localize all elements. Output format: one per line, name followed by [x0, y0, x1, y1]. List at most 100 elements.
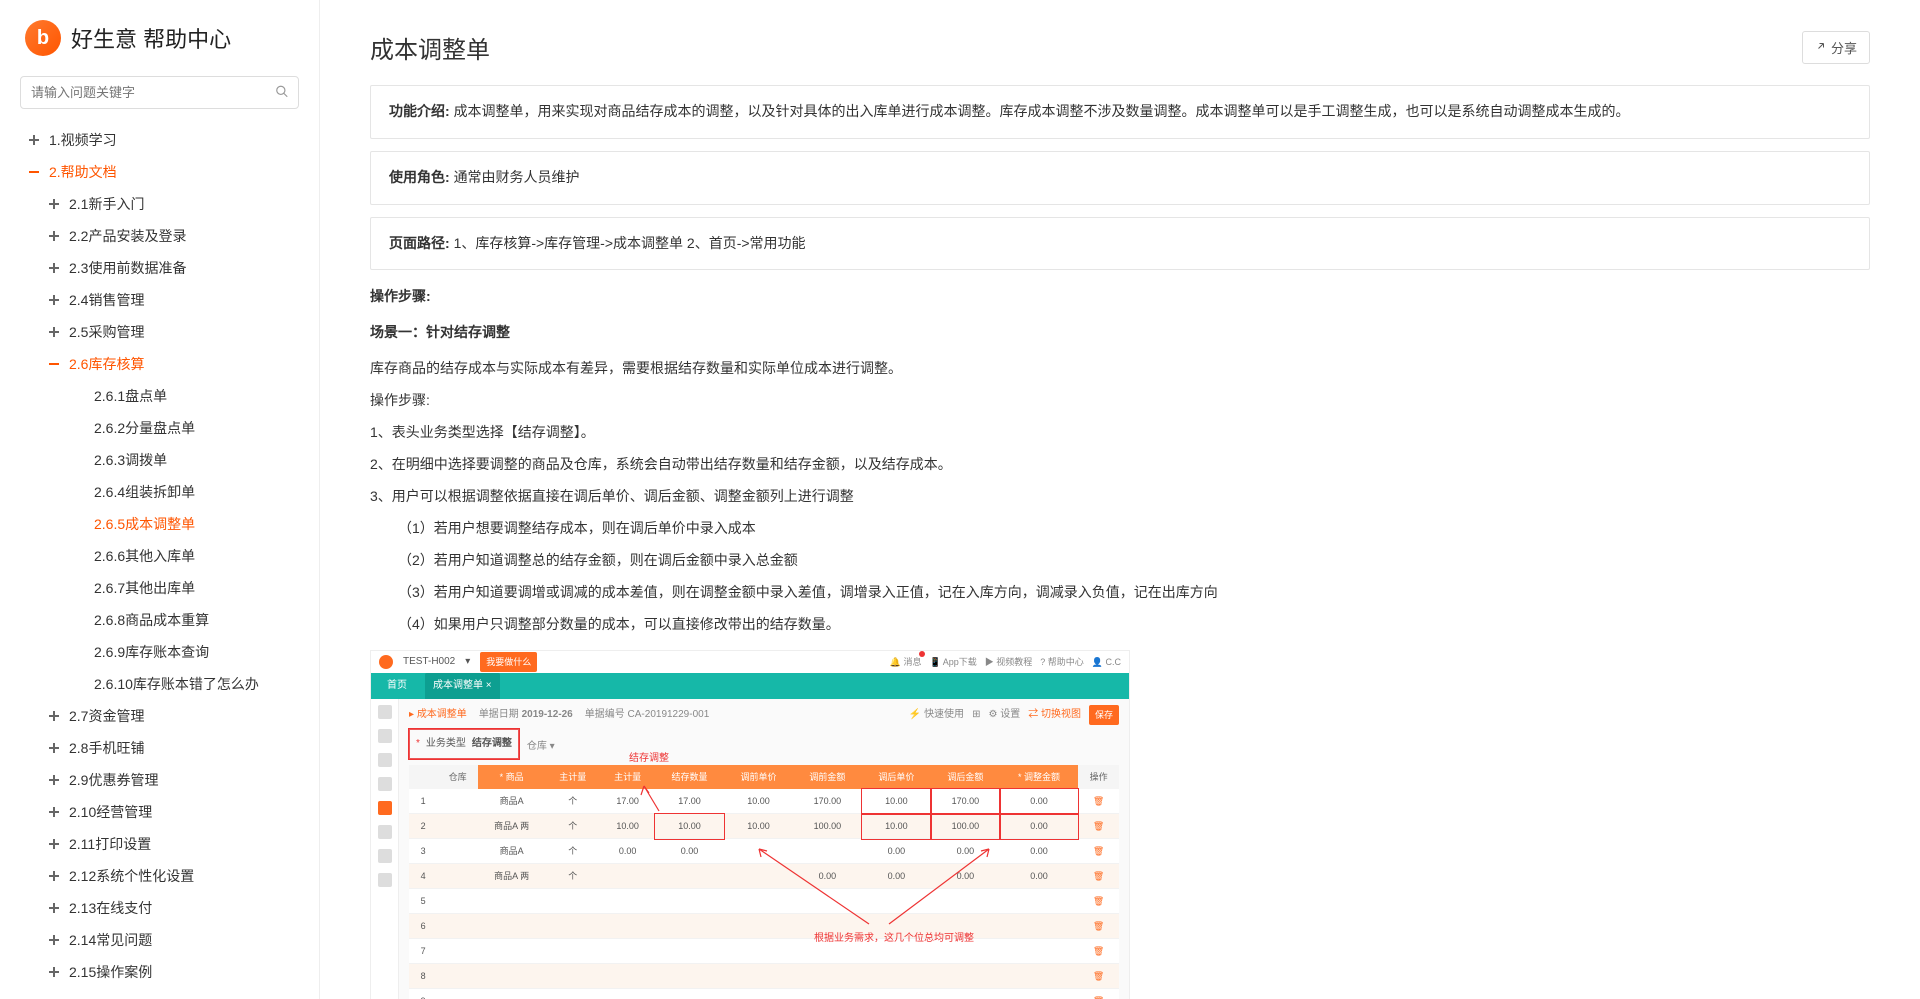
nav-label: 2.2产品安装及登录	[69, 220, 186, 252]
ss-tabs: 首页 成本调整单 ×	[371, 673, 1129, 699]
search-input[interactable]	[20, 76, 299, 109]
nav-label: 2.6.10库存账本错了怎么办	[94, 668, 259, 700]
path-box: 页面路径: 1、库存核算->库存管理->成本调整单 2、首页->常用功能	[370, 217, 1870, 271]
nav-item[interactable]: 1.视频学习	[0, 124, 319, 156]
nav-label: 2.13在线支付	[69, 892, 152, 924]
nav-item[interactable]: 2.6.2分量盘点单	[0, 412, 319, 444]
nav-item[interactable]: 2.12系统个性化设置	[0, 860, 319, 892]
nav-label: 2.帮助文档	[49, 156, 117, 188]
minus-icon	[45, 358, 63, 370]
plus-icon	[45, 294, 63, 306]
nav-label: 2.6库存核算	[69, 348, 144, 380]
nav-item[interactable]: 2.5采购管理	[0, 316, 319, 348]
step-3d: （4）如果用户只调整部分数量的成本，可以直接修改带出的结存数量。	[370, 610, 1870, 638]
plus-icon	[45, 198, 63, 210]
nav-label: 2.6.1盘点单	[94, 380, 167, 412]
ss-filter-type: * 业务类型 结存调整	[409, 729, 519, 759]
scene-heading: 场景一：针对结存调整	[370, 318, 1870, 346]
ops-heading-2: 操作步骤:	[370, 386, 1870, 414]
search-box	[20, 76, 299, 109]
nav-label: 2.6.7其他出库单	[94, 572, 195, 604]
ss-video: ▶ 视频教程	[985, 653, 1033, 671]
nav-label: 2.7资金管理	[69, 700, 144, 732]
ss-annotation-1: 结存调整	[629, 749, 669, 769]
embedded-screenshot: TEST-H002 ▾ 我要做什么 🔔 消息 📱 App下载 ▶ 视频教程 ? …	[370, 650, 1130, 999]
role-box: 使用角色: 通常由财务人员维护	[370, 151, 1870, 205]
nav-item[interactable]: 2.6.4组装拆卸单	[0, 476, 319, 508]
logo-icon: b	[25, 20, 61, 56]
nav-item[interactable]: 2.15操作案例	[0, 956, 319, 988]
ss-topbar: TEST-H002 ▾ 我要做什么 🔔 消息 📱 App下载 ▶ 视频教程 ? …	[371, 651, 1129, 673]
nav-item[interactable]: 2.1新手入门	[0, 188, 319, 220]
nav-label: 2.10经营管理	[69, 796, 152, 828]
ss-side-icon	[378, 849, 392, 863]
ss-annotation-2: 根据业务需求，这几个位总均可调整	[814, 929, 974, 949]
nav-item[interactable]: 2.14常见问题	[0, 924, 319, 956]
nav-item[interactable]: 2.2产品安装及登录	[0, 220, 319, 252]
nav-label: 2.14常见问题	[69, 924, 152, 956]
path-label: 页面路径:	[389, 235, 454, 251]
nav-label: 2.11打印设置	[69, 828, 151, 860]
nav-item[interactable]: 2.6.8商品成本重算	[0, 604, 319, 636]
intro-box: 功能介绍: 成本调整单，用来实现对商品结存成本的调整，以及针对具体的出入库单进行…	[370, 85, 1870, 139]
nav-item[interactable]: 2.9优惠券管理	[0, 764, 319, 796]
nav-item[interactable]: 2.4销售管理	[0, 284, 319, 316]
ss-side-icon	[378, 729, 392, 743]
nav-tree: 1.视频学习2.帮助文档2.1新手入门2.2产品安装及登录2.3使用前数据准备2…	[0, 124, 319, 988]
nav-item[interactable]: 2.13在线支付	[0, 892, 319, 924]
plus-icon	[45, 934, 63, 946]
nav-item[interactable]: 2.10经营管理	[0, 796, 319, 828]
ss-avatar: 👤 C.C	[1092, 653, 1121, 671]
nav-label: 1.视频学习	[49, 124, 117, 156]
nav-label: 2.6.3调拨单	[94, 444, 167, 476]
nav-label: 2.6.5成本调整单	[94, 508, 195, 540]
nav-item[interactable]: 2.帮助文档	[0, 156, 319, 188]
nav-item[interactable]: 2.3使用前数据准备	[0, 252, 319, 284]
nav-item[interactable]: 2.8手机旺铺	[0, 732, 319, 764]
nav-label: 2.5采购管理	[69, 316, 144, 348]
plus-icon	[45, 742, 63, 754]
nav-item[interactable]: 2.6.6其他入库单	[0, 540, 319, 572]
nav-label: 2.6.6其他入库单	[94, 540, 195, 572]
nav-label: 2.15操作案例	[69, 956, 152, 988]
plus-icon	[45, 838, 63, 850]
plus-icon	[45, 262, 63, 274]
ss-sidebar	[371, 699, 399, 999]
nav-label: 2.6.2分量盘点单	[94, 412, 195, 444]
role-text: 通常由财务人员维护	[454, 169, 580, 185]
nav-item[interactable]: 2.6.9库存账本查询	[0, 636, 319, 668]
nav-label: 2.6.8商品成本重算	[94, 604, 209, 636]
nav-label: 2.12系统个性化设置	[69, 860, 194, 892]
share-label: 分享	[1831, 38, 1857, 57]
minus-icon	[25, 166, 43, 178]
plus-icon	[25, 134, 43, 146]
nav-item[interactable]: 2.6.5成本调整单	[0, 508, 319, 540]
plus-icon	[45, 230, 63, 242]
step-3b: （2）若用户知道调整总的结存金额，则在调后金额中录入总金额	[370, 546, 1870, 574]
logo-area: b 好生意 帮助中心	[0, 20, 319, 76]
nav-item[interactable]: 2.6.7其他出库单	[0, 572, 319, 604]
main-content: 成本调整单 分享 功能介绍: 成本调整单，用来实现对商品结存成本的调整，以及针对…	[320, 0, 1920, 999]
nav-item[interactable]: 2.6.10库存账本错了怎么办	[0, 668, 319, 700]
plus-icon	[45, 326, 63, 338]
share-button[interactable]: 分享	[1802, 31, 1870, 64]
nav-item[interactable]: 2.7资金管理	[0, 700, 319, 732]
scene-desc: 库存商品的结存成本与实际成本有差异，需要根据结存数量和实际单位成本进行调整。	[370, 354, 1870, 382]
nav-item[interactable]: 2.6.1盘点单	[0, 380, 319, 412]
site-title: 好生意 帮助中心	[71, 22, 231, 54]
nav-label: 2.4销售管理	[69, 284, 144, 316]
step-3c: （3）若用户知道要调增或调减的成本差值，则在调整金额中录入差值，调增录入正值，记…	[370, 578, 1870, 606]
ss-side-icon	[378, 777, 392, 791]
nav-item[interactable]: 2.6库存核算	[0, 348, 319, 380]
intro-label: 功能介绍:	[389, 103, 454, 119]
ops-heading: 操作步骤:	[370, 282, 1870, 310]
nav-label: 2.9优惠券管理	[69, 764, 158, 796]
plus-icon	[45, 870, 63, 882]
bell-icon: 🔔 消息	[890, 653, 922, 671]
ss-help: ? 帮助中心	[1040, 653, 1084, 671]
step-1: 1、表头业务类型选择【结存调整】。	[370, 418, 1870, 446]
nav-item[interactable]: 2.11打印设置	[0, 828, 319, 860]
nav-item[interactable]: 2.6.3调拨单	[0, 444, 319, 476]
nav-label: 2.1新手入门	[69, 188, 144, 220]
role-label: 使用角色:	[389, 169, 454, 185]
